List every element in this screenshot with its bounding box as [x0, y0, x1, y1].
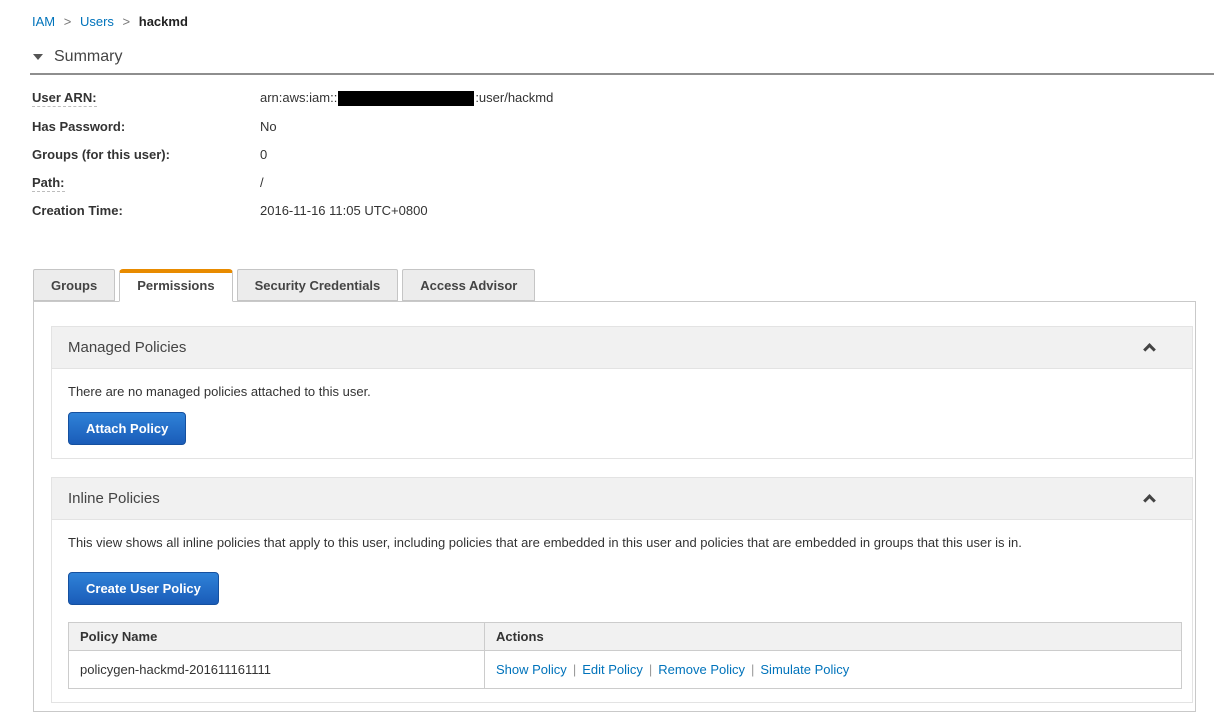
- field-label-path: Path:: [32, 175, 65, 193]
- field-row-has-password: Has Password: No: [32, 119, 1214, 134]
- inline-policies-description: This view shows all inline policies that…: [68, 535, 1022, 551]
- field-row-user-arn: User ARN: arn:aws:iam:::user/hackmd: [32, 90, 1214, 107]
- breadcrumb-link-users[interactable]: Users: [80, 14, 114, 29]
- breadcrumb-separator: >: [63, 14, 72, 29]
- create-user-policy-button[interactable]: Create User Policy: [68, 572, 219, 606]
- simulate-policy-link[interactable]: Simulate Policy: [760, 662, 849, 677]
- field-value-path: /: [260, 175, 264, 191]
- actions-separator: |: [751, 662, 755, 678]
- inline-policies-section: Inline Policies This view shows all inli…: [51, 477, 1193, 704]
- field-value-groups: 0: [260, 147, 268, 163]
- attach-policy-button[interactable]: Attach Policy: [68, 412, 187, 446]
- field-value-has-password: No: [260, 119, 277, 135]
- field-row-groups: Groups (for this user): 0: [32, 147, 1214, 162]
- permissions-tab-panel: Managed Policies There are no managed po…: [33, 301, 1196, 713]
- inline-policies-title: Inline Policies: [68, 490, 160, 508]
- chevron-up-icon[interactable]: [1143, 343, 1156, 356]
- summary-fields: User ARN: arn:aws:iam:::user/hackmd Has …: [32, 90, 1214, 218]
- managed-policies-body: There are no managed policies attached t…: [52, 369, 1192, 458]
- field-label-user-arn: User ARN:: [32, 90, 97, 107]
- inline-policies-header[interactable]: Inline Policies: [52, 478, 1192, 521]
- arn-prefix: arn:aws:iam::: [260, 90, 338, 105]
- managed-policies-section: Managed Policies There are no managed po…: [51, 326, 1193, 460]
- field-row-creation-time: Creation Time: 2016-11-16 11:05 UTC+0800: [32, 203, 1214, 218]
- tab-permissions[interactable]: Permissions: [119, 269, 233, 303]
- summary-title: Summary: [54, 48, 123, 65]
- tab-access-advisor[interactable]: Access Advisor: [402, 269, 536, 302]
- breadcrumb-link-iam[interactable]: IAM: [32, 14, 55, 29]
- field-value-user-arn: arn:aws:iam:::user/hackmd: [260, 90, 554, 107]
- managed-policies-title: Managed Policies: [68, 339, 187, 357]
- actions-separator: |: [648, 662, 653, 678]
- field-label-groups: Groups (for this user):: [32, 147, 170, 163]
- column-header-policy-name: Policy Name: [68, 622, 485, 652]
- remove-policy-link[interactable]: Remove Policy: [658, 662, 745, 677]
- actions-separator: |: [572, 662, 577, 678]
- show-policy-link[interactable]: Show Policy: [496, 662, 567, 677]
- tab-groups[interactable]: Groups: [33, 269, 116, 302]
- redacted-account-id: [338, 91, 475, 107]
- managed-policies-empty-text: There are no managed policies attached t…: [68, 384, 371, 400]
- arn-suffix: :user/hackmd: [475, 90, 554, 105]
- breadcrumb-current-user: hackmd: [138, 14, 188, 29]
- summary-section-toggle[interactable]: Summary: [33, 48, 1214, 66]
- tab-bar: Groups Permissions Security Credentials …: [33, 269, 1214, 303]
- edit-policy-link[interactable]: Edit Policy: [582, 662, 643, 677]
- inline-policies-table: Policy Name Actions policygen-hackmd-201…: [68, 622, 1182, 690]
- triangle-down-icon: [33, 54, 43, 60]
- field-row-path: Path: /: [32, 175, 1214, 193]
- chevron-up-icon[interactable]: [1143, 494, 1156, 507]
- policy-name-cell: policygen-hackmd-201611161111: [68, 650, 485, 690]
- field-label-creation-time: Creation Time:: [32, 203, 123, 219]
- field-value-creation-time: 2016-11-16 11:05 UTC+0800: [260, 203, 428, 219]
- policy-actions-cell: Show Policy | Edit Policy | Remove Policy | Si…: [484, 650, 1182, 690]
- column-header-actions: Actions: [484, 622, 1182, 652]
- summary-divider: [30, 73, 1214, 75]
- table-header-row: Policy Name Actions: [68, 622, 1182, 652]
- field-label-has-password: Has Password:: [32, 119, 126, 135]
- inline-policies-body: This view shows all inline policies that…: [52, 520, 1192, 702]
- managed-policies-header[interactable]: Managed Policies: [52, 327, 1192, 370]
- breadcrumb-separator: >: [122, 14, 131, 29]
- table-row: policygen-hackmd-201611161111 Show Polic…: [68, 650, 1182, 690]
- tab-security-credentials[interactable]: Security Credentials: [236, 269, 399, 302]
- breadcrumb: IAM > Users > hackmd: [32, 14, 1214, 29]
